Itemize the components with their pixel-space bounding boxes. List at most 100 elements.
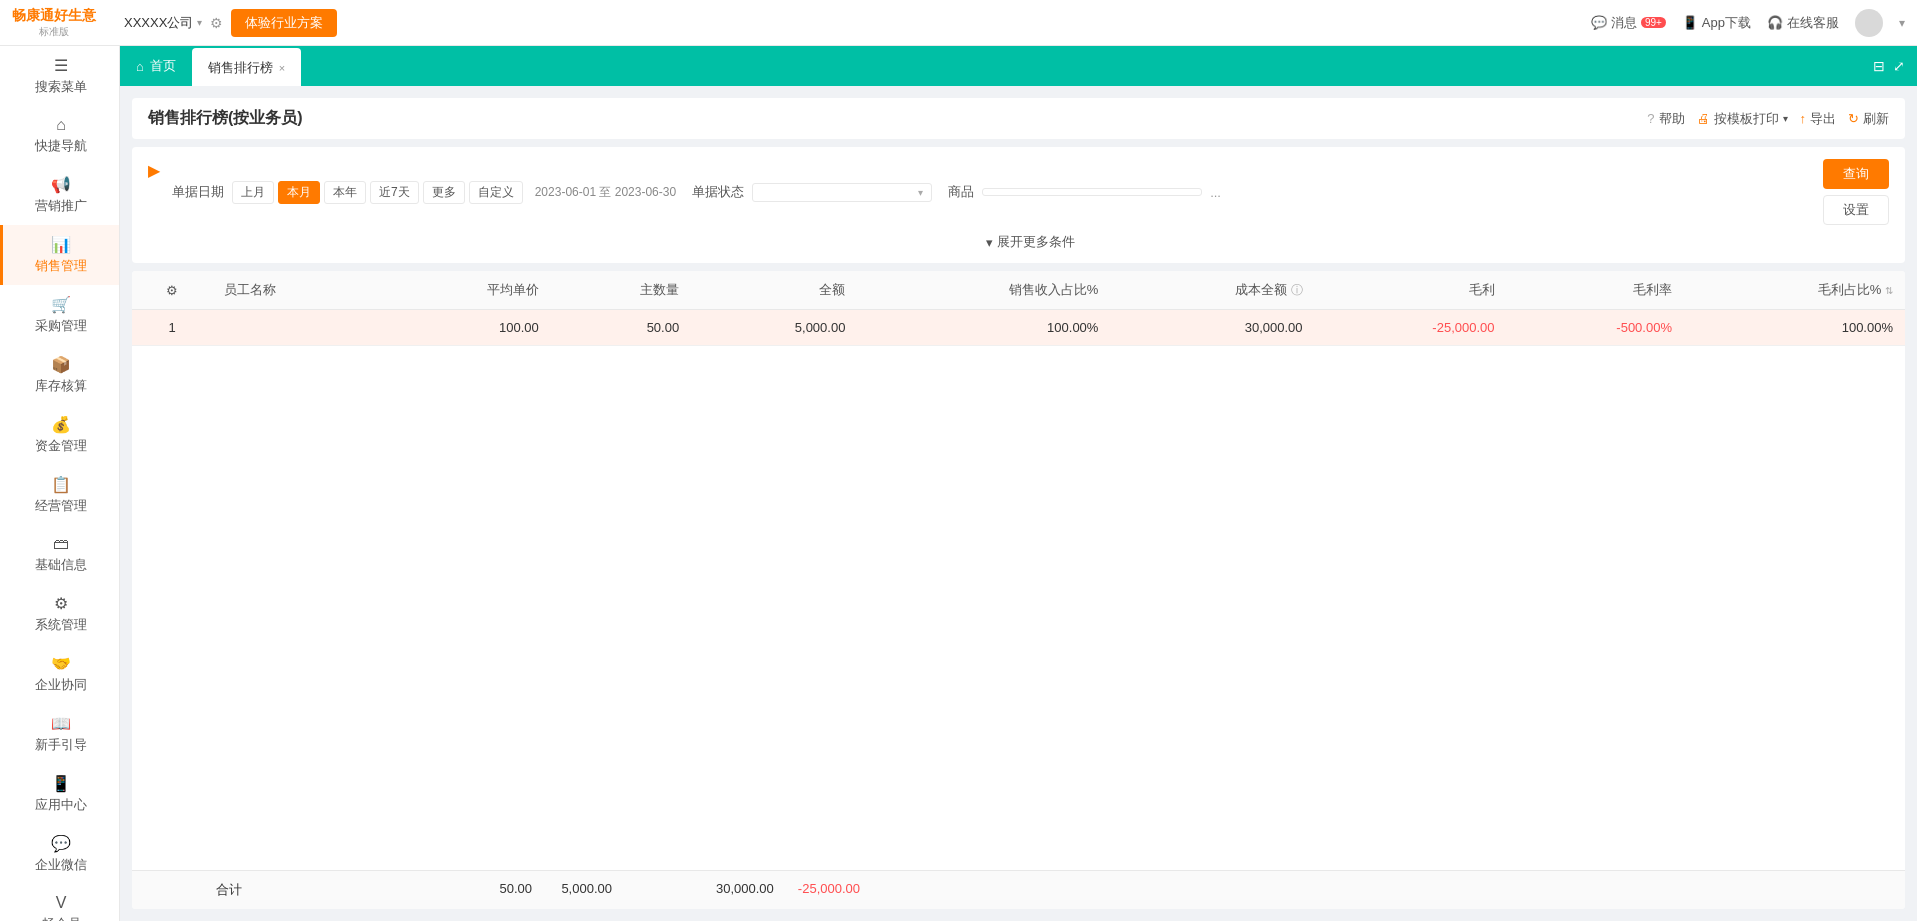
gear-icon[interactable]: ⚙ <box>210 15 223 31</box>
print-dropdown-icon: ▾ <box>1783 113 1788 124</box>
footer-sales-pct <box>624 881 704 899</box>
table-header: ⚙ 员工名称 平均单价 主数量 全额 销售收入占比% 成本全额 ⓘ 毛利 毛利率… <box>132 271 1905 310</box>
sidebar-item-finance[interactable]: 💰 资金管理 <box>0 405 119 465</box>
table-area: ⚙ 员工名称 平均单价 主数量 全额 销售收入占比% 成本全额 ⓘ 毛利 毛利率… <box>132 271 1905 909</box>
sidebar-label-guide: 新手引导 <box>35 736 87 754</box>
expand-more-button[interactable]: ▾ 展开更多条件 <box>172 233 1889 251</box>
settings-button[interactable]: 设置 <box>1823 195 1889 225</box>
sidebar-item-marketing[interactable]: 📢 营销推广 <box>0 165 119 225</box>
sidebar-item-wechat[interactable]: 💬 企业微信 <box>0 824 119 884</box>
sidebar-label-wechat: 企业微信 <box>35 856 87 874</box>
col-gross-rate: 毛利率 <box>1507 271 1684 310</box>
message-label: 消息 <box>1611 14 1637 32</box>
tab-home[interactable]: ⌂ 首页 <box>120 46 192 86</box>
more-filters-icon[interactable]: ... <box>1210 185 1221 200</box>
sales-icon: 📊 <box>51 235 71 254</box>
wechat-icon: 💬 <box>51 834 71 853</box>
member-icon: V <box>56 894 67 912</box>
sidebar-item-purchase[interactable]: 🛒 采购管理 <box>0 285 119 345</box>
sidebar-label-search: 搜索菜单 <box>35 78 87 96</box>
message-icon: 💬 <box>1591 15 1607 30</box>
date-btn-7days[interactable]: 近7天 <box>370 181 419 204</box>
sidebar-item-inventory[interactable]: 📦 库存核算 <box>0 345 119 405</box>
main-layout: ☰ 搜索菜单 ⌂ 快捷导航 📢 营销推广 📊 销售管理 🛒 采购管理 📦 库存核… <box>0 46 1917 921</box>
username-label: ▾ <box>1899 16 1905 30</box>
expand-icon[interactable]: ⤢ <box>1893 58 1905 74</box>
inventory-icon: 📦 <box>51 355 71 374</box>
expand-label: 展开更多条件 <box>997 233 1075 251</box>
sidebar-item-apps[interactable]: 📱 应用中心 <box>0 764 119 824</box>
status-dropdown-icon: ▾ <box>918 187 923 198</box>
status-select[interactable]: ▾ <box>752 183 932 202</box>
sort-icon[interactable]: ⇅ <box>1885 285 1893 296</box>
sidebar-item-operations[interactable]: 📋 经营管理 <box>0 465 119 525</box>
date-btn-this-month[interactable]: 本月 <box>278 181 320 204</box>
cell-name <box>212 310 381 346</box>
trial-button[interactable]: 体验行业方案 <box>231 9 337 37</box>
app-download-button[interactable]: 📱 App下载 <box>1682 14 1751 32</box>
date-btn-more[interactable]: 更多 <box>423 181 465 204</box>
date-label: 单据日期 <box>172 183 224 201</box>
filter-actions: 查询 设置 <box>1823 159 1889 225</box>
company-selector[interactable]: XXXXX公司 ▾ <box>124 14 202 32</box>
page-title: 销售排行榜(按业务员) <box>148 108 303 129</box>
apps-icon: 📱 <box>51 774 71 793</box>
goods-input[interactable] <box>982 188 1202 196</box>
filter-row-1: 单据日期 上月 本月 本年 近7天 更多 自定义 2023-06-01 至 20… <box>172 159 1889 225</box>
sidebar-item-member[interactable]: V 畅会员 <box>0 884 119 921</box>
system-icon: ⚙ <box>54 594 68 613</box>
message-button[interactable]: 💬 消息 99+ <box>1591 14 1666 32</box>
nav-icon: ⌂ <box>56 116 66 134</box>
sidebar-item-system[interactable]: ⚙ 系统管理 <box>0 584 119 644</box>
footer-qty: 50.00 <box>464 881 544 899</box>
finance-icon: 💰 <box>51 415 71 434</box>
date-btn-last-month[interactable]: 上月 <box>232 181 274 204</box>
date-btn-this-year[interactable]: 本年 <box>324 181 366 204</box>
footer-gross-rate <box>872 881 952 899</box>
page-header: 销售排行榜(按业务员) ? 帮助 🖨 按模板打印 ▾ ↑ 导出 <box>132 98 1905 139</box>
chevron-down-icon: ▾ <box>986 235 993 250</box>
sidebar-item-nav[interactable]: ⌂ 快捷导航 <box>0 106 119 165</box>
help-button[interactable]: ? 帮助 <box>1647 110 1684 128</box>
purchase-icon: 🛒 <box>51 295 71 314</box>
sidebar-item-guide[interactable]: 📖 新手引导 <box>0 704 119 764</box>
sidebar-item-sales[interactable]: 📊 销售管理 <box>0 225 119 285</box>
close-icon[interactable]: × <box>279 62 285 74</box>
online-service-button[interactable]: 🎧 在线客服 <box>1767 14 1839 32</box>
online-service-label: 在线客服 <box>1787 14 1839 32</box>
avatar[interactable] <box>1855 9 1883 37</box>
cell-gross-rate: -500.00% <box>1507 310 1684 346</box>
sidebar-item-basic[interactable]: 🗃 基础信息 <box>0 525 119 584</box>
footer-empty-1 <box>144 881 204 899</box>
operations-icon: 📋 <box>51 475 71 494</box>
query-button[interactable]: 查询 <box>1823 159 1889 189</box>
search-icon: ☰ <box>54 56 68 75</box>
cell-gross-pct: 100.00% <box>1684 310 1905 346</box>
sidebar-item-collab[interactable]: 🤝 企业协同 <box>0 644 119 704</box>
sidebar-item-search[interactable]: ☰ 搜索菜单 <box>0 46 119 106</box>
tab-sales-ranking[interactable]: 销售排行榜 × <box>192 48 301 88</box>
topbar-right: 💬 消息 99+ 📱 App下载 🎧 在线客服 ▾ <box>1591 9 1905 37</box>
tab-home-label: 首页 <box>150 57 176 75</box>
minimize-icon[interactable]: ⊟ <box>1873 58 1885 74</box>
refresh-button[interactable]: ↻ 刷新 <box>1848 110 1889 128</box>
sidebar: ☰ 搜索菜单 ⌂ 快捷导航 📢 营销推广 📊 销售管理 🛒 采购管理 📦 库存核… <box>0 46 120 921</box>
table-body: 1 100.00 50.00 5,000.00 100.00% 30,000.0… <box>132 310 1905 346</box>
filter-toggle-icon[interactable]: ▶ <box>148 161 160 180</box>
cell-cost: 30,000.00 <box>1110 310 1314 346</box>
cell-avg-price: 100.00 <box>382 310 551 346</box>
date-btn-custom[interactable]: 自定义 <box>469 181 523 204</box>
cost-help-icon[interactable]: ⓘ <box>1291 283 1303 297</box>
collab-icon: 🤝 <box>51 654 71 673</box>
sidebar-label-inventory: 库存核算 <box>35 377 87 395</box>
print-button[interactable]: 🖨 按模板打印 ▾ <box>1697 110 1788 128</box>
filter-area: ▶ 单据日期 上月 本月 本年 近7天 更多 <box>132 147 1905 263</box>
sidebar-label-operations: 经营管理 <box>35 497 87 515</box>
export-button[interactable]: ↑ 导出 <box>1800 110 1837 128</box>
col-settings[interactable]: ⚙ <box>132 271 212 310</box>
company-name: XXXXX公司 <box>124 14 193 32</box>
cell-sales-pct: 100.00% <box>857 310 1110 346</box>
date-range-display: 2023-06-01 至 2023-06-30 <box>535 184 676 201</box>
sidebar-label-purchase: 采购管理 <box>35 317 87 335</box>
sidebar-label-finance: 资金管理 <box>35 437 87 455</box>
